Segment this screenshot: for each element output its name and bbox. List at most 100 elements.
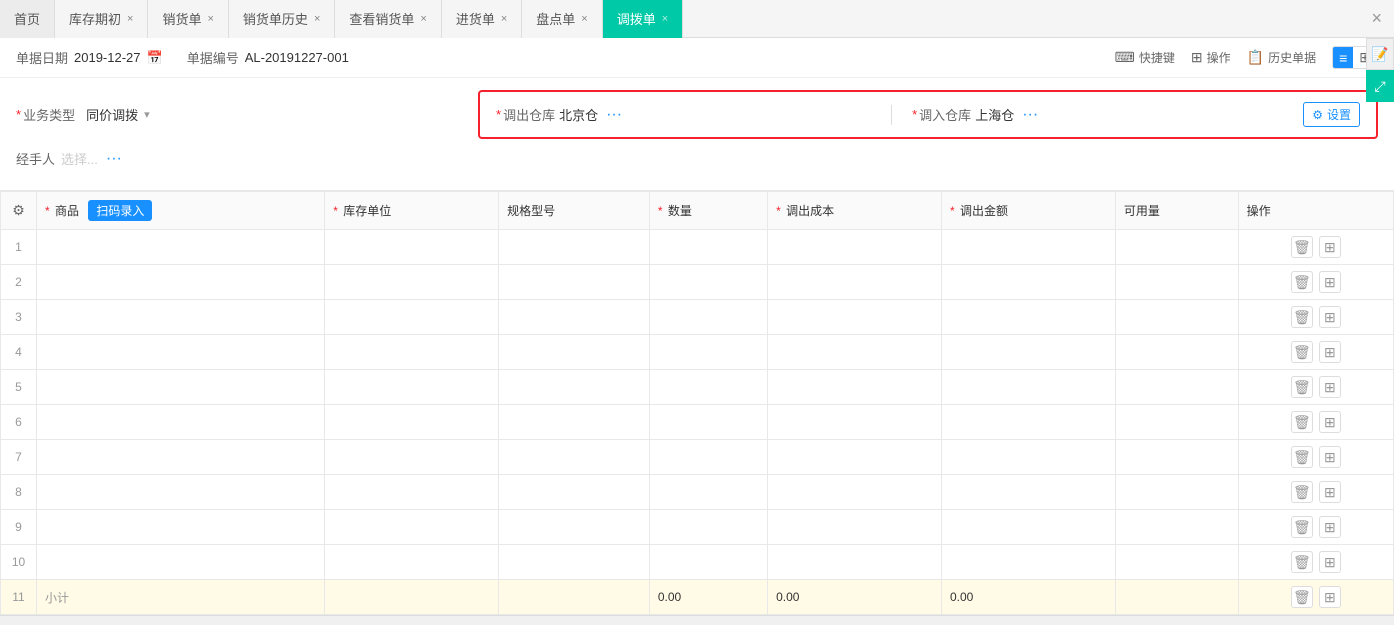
quantity-cell[interactable]: [649, 370, 767, 405]
copy-row-button[interactable]: ⊞: [1319, 271, 1341, 293]
product-cell[interactable]: [37, 440, 325, 475]
spec-cell[interactable]: [499, 265, 650, 300]
handler-value[interactable]: 选择...: [61, 149, 98, 168]
transfer_amount-cell[interactable]: [941, 335, 1115, 370]
scan-button[interactable]: 扫码录入: [88, 200, 152, 221]
unit-cell[interactable]: [325, 265, 499, 300]
quantity-cell[interactable]: [649, 335, 767, 370]
tab-item-purchase-order[interactable]: 进货单×: [442, 0, 522, 38]
tab-close-sales-order[interactable]: ×: [207, 13, 213, 25]
transfer_amount-cell[interactable]: [941, 300, 1115, 335]
delete-row-button[interactable]: 🗑: [1291, 306, 1313, 328]
unit-cell[interactable]: [325, 370, 499, 405]
transfer_amount-cell[interactable]: [941, 230, 1115, 265]
quantity-cell[interactable]: [649, 405, 767, 440]
available-cell[interactable]: [1115, 370, 1238, 405]
delete-row-button[interactable]: 🗑: [1291, 411, 1313, 433]
transfer_cost-cell[interactable]: [768, 230, 942, 265]
transfer_amount-cell[interactable]: [941, 545, 1115, 580]
tab-item-sales-order[interactable]: 销货单×: [148, 0, 228, 38]
table-settings-icon[interactable]: ⚙: [12, 202, 25, 218]
spec-cell[interactable]: [499, 230, 650, 265]
delete-row-button[interactable]: 🗑: [1291, 446, 1313, 468]
settings-button[interactable]: ⚙ 设置: [1303, 102, 1360, 127]
product-cell[interactable]: [37, 230, 325, 265]
available-cell[interactable]: [1115, 405, 1238, 440]
transfer_cost-cell[interactable]: [768, 300, 942, 335]
available-cell[interactable]: [1115, 335, 1238, 370]
transfer_cost-cell[interactable]: [768, 510, 942, 545]
copy-row-button[interactable]: ⊞: [1319, 376, 1341, 398]
quantity-cell[interactable]: [649, 510, 767, 545]
unit-cell[interactable]: [325, 335, 499, 370]
list-view-button[interactable]: ≡: [1333, 47, 1353, 68]
delete-row-button[interactable]: 🗑: [1291, 376, 1313, 398]
unit-cell[interactable]: [325, 405, 499, 440]
tab-close-sales-history[interactable]: ×: [314, 13, 320, 25]
tab-item-sales-history[interactable]: 销货单历史×: [229, 0, 335, 38]
tab-item-check-sales[interactable]: 查看销货单×: [335, 0, 441, 38]
delete-row-button[interactable]: 🗑: [1291, 586, 1313, 608]
operations-button[interactable]: ⊞ 操作: [1191, 49, 1231, 66]
tab-close-check-sales[interactable]: ×: [420, 13, 426, 25]
quantity-cell[interactable]: [649, 265, 767, 300]
spec-cell[interactable]: [499, 370, 650, 405]
product-cell[interactable]: [37, 475, 325, 510]
delete-row-button[interactable]: 🗑: [1291, 481, 1313, 503]
tab-item-transfer-order[interactable]: 调拨单×: [603, 0, 683, 38]
right-panel-note-button[interactable]: 📝: [1366, 38, 1394, 70]
spec-cell[interactable]: [499, 440, 650, 475]
available-cell[interactable]: [1115, 545, 1238, 580]
source-warehouse-more-button[interactable]: ···: [606, 106, 622, 124]
tab-item-home[interactable]: 首页: [0, 0, 55, 38]
delete-row-button[interactable]: 🗑: [1291, 551, 1313, 573]
delete-row-button[interactable]: 🗑: [1291, 516, 1313, 538]
tab-close-inventory-check[interactable]: ×: [581, 13, 587, 25]
tab-close-inventory-init[interactable]: ×: [127, 13, 133, 25]
product-cell[interactable]: [37, 405, 325, 440]
tab-close-purchase-order[interactable]: ×: [501, 13, 507, 25]
copy-row-button[interactable]: ⊞: [1319, 516, 1341, 538]
copy-row-button[interactable]: ⊞: [1319, 446, 1341, 468]
spec-cell[interactable]: [499, 335, 650, 370]
available-cell[interactable]: [1115, 230, 1238, 265]
target-warehouse-more-button[interactable]: ···: [1022, 106, 1038, 124]
product-cell[interactable]: [37, 265, 325, 300]
delete-row-button[interactable]: 🗑: [1291, 271, 1313, 293]
transfer_cost-cell[interactable]: [768, 545, 942, 580]
available-cell[interactable]: [1115, 440, 1238, 475]
product-cell[interactable]: [37, 510, 325, 545]
handler-more-button[interactable]: ···: [106, 150, 122, 168]
transfer_cost-cell[interactable]: [768, 440, 942, 475]
quantity-cell[interactable]: [649, 230, 767, 265]
quantity-cell[interactable]: [649, 545, 767, 580]
delete-row-button[interactable]: 🗑: [1291, 341, 1313, 363]
transfer_cost-cell[interactable]: [768, 335, 942, 370]
unit-cell[interactable]: [325, 510, 499, 545]
unit-cell[interactable]: [325, 300, 499, 335]
copy-row-button[interactable]: ⊞: [1319, 481, 1341, 503]
transfer_cost-cell[interactable]: [768, 265, 942, 300]
business-type-select[interactable]: 同价调拨 ▾: [81, 102, 201, 127]
quantity-cell[interactable]: [649, 440, 767, 475]
transfer_amount-cell[interactable]: [941, 440, 1115, 475]
transfer_amount-cell[interactable]: [941, 265, 1115, 300]
shortcuts-button[interactable]: ⌨ 快捷键: [1115, 49, 1175, 66]
copy-row-button[interactable]: ⊞: [1319, 306, 1341, 328]
copy-row-button[interactable]: ⊞: [1319, 551, 1341, 573]
history-button[interactable]: 📋 历史单据: [1247, 49, 1316, 66]
copy-row-button[interactable]: ⊞: [1319, 341, 1341, 363]
copy-row-button[interactable]: ⊞: [1319, 411, 1341, 433]
tab-item-inventory-init[interactable]: 库存期初×: [55, 0, 148, 38]
transfer_cost-cell[interactable]: [768, 475, 942, 510]
delete-row-button[interactable]: 🗑: [1291, 236, 1313, 258]
spec-cell[interactable]: [499, 300, 650, 335]
spec-cell[interactable]: [499, 405, 650, 440]
copy-row-button[interactable]: ⊞: [1319, 236, 1341, 258]
tab-item-inventory-check[interactable]: 盘点单×: [522, 0, 602, 38]
transfer_amount-cell[interactable]: [941, 405, 1115, 440]
unit-cell[interactable]: [325, 440, 499, 475]
window-close-button[interactable]: ×: [1359, 0, 1394, 38]
copy-row-button[interactable]: ⊞: [1319, 586, 1341, 608]
transfer_cost-cell[interactable]: [768, 370, 942, 405]
